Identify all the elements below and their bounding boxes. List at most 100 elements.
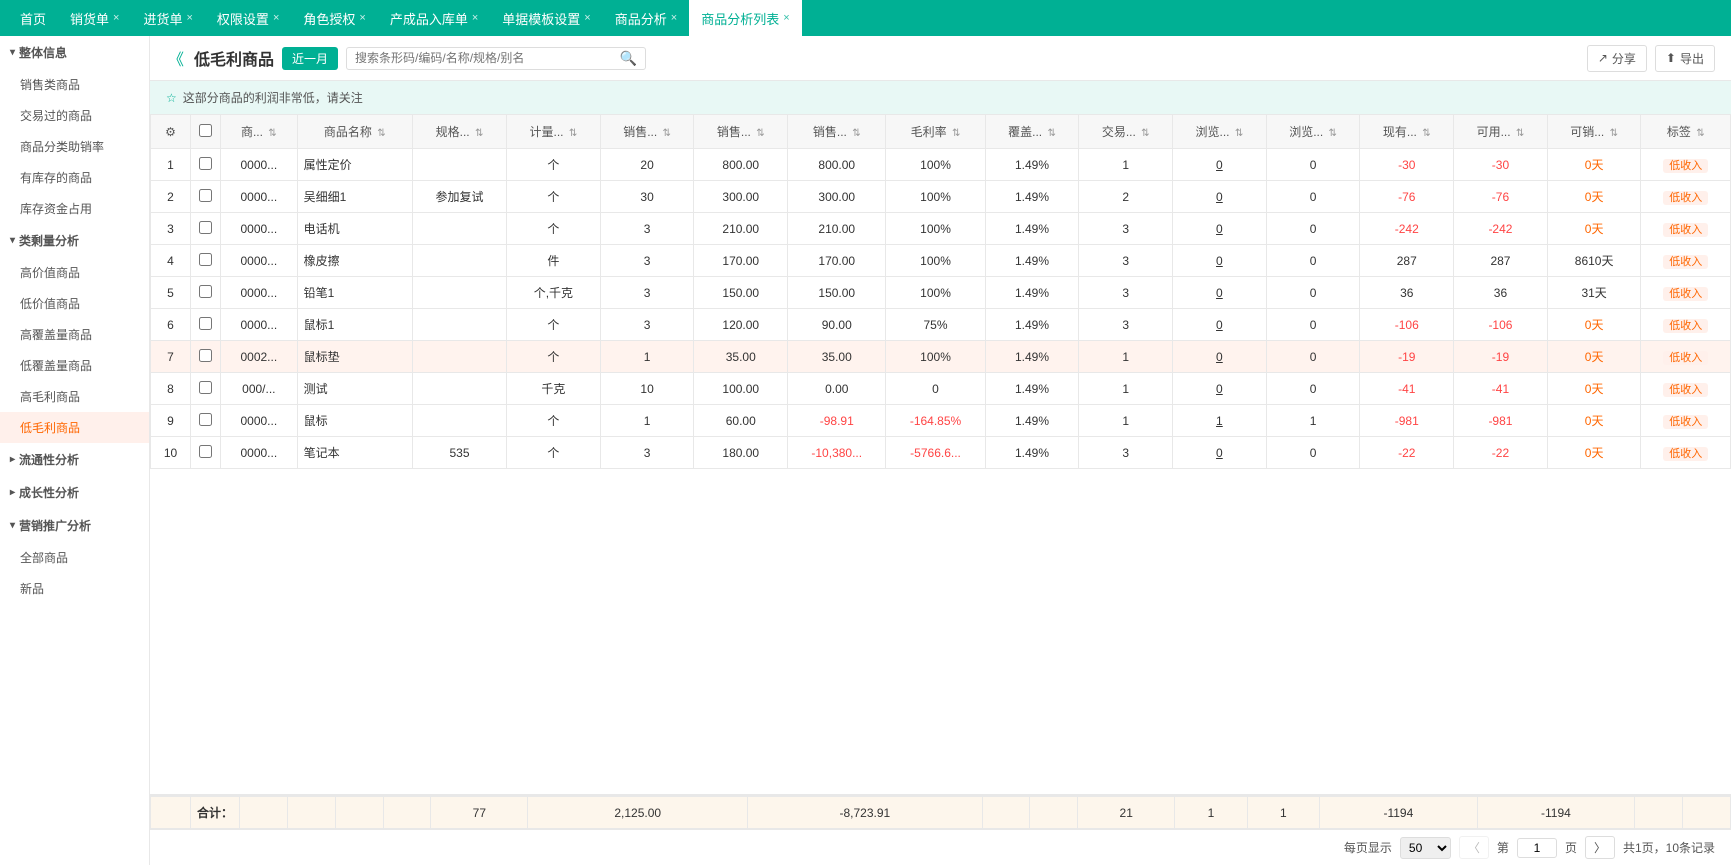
row-checkbox-cell[interactable] <box>191 245 221 277</box>
row-name[interactable]: 鼠标1 <box>297 309 412 341</box>
row-view1[interactable]: 0 <box>1173 341 1267 373</box>
nav-item-product-entry[interactable]: 产成品入库单 × <box>378 0 490 36</box>
row-view1[interactable]: 0 <box>1173 149 1267 181</box>
row-checkbox[interactable] <box>199 285 212 298</box>
col-view2[interactable]: 浏览... ⇅ <box>1266 115 1360 149</box>
col-sales-profit[interactable]: 销售... ⇅ <box>788 115 886 149</box>
next-page-button[interactable]: 〉 <box>1585 836 1615 859</box>
col-available[interactable]: 可用... ⇅ <box>1454 115 1548 149</box>
row-name[interactable]: 橡皮擦 <box>297 245 412 277</box>
row-checkbox[interactable] <box>199 189 212 202</box>
sidebar-item-all-products[interactable]: 全部商品 <box>0 542 149 573</box>
sidebar-item-high-coverage[interactable]: 高覆盖量商品 <box>0 319 149 350</box>
nav-item-template[interactable]: 单据模板设置 × <box>490 0 602 36</box>
row-name[interactable]: 鼠标垫 <box>297 341 412 373</box>
sidebar-item-stock-funds[interactable]: 库存资金占用 <box>0 193 149 224</box>
row-view1[interactable]: 0 <box>1173 213 1267 245</box>
row-name[interactable]: 电话机 <box>297 213 412 245</box>
nav-item-permission[interactable]: 权限设置 × <box>205 0 291 36</box>
close-icon[interactable]: × <box>472 12 478 24</box>
sidebar-item-high-margin[interactable]: 高毛利商品 <box>0 381 149 412</box>
nav-item-purchase[interactable]: 进货单 × <box>131 0 204 36</box>
sidebar-group-overall[interactable]: ▾ 整体信息 <box>0 36 149 69</box>
row-name[interactable]: 鼠标 <box>297 405 412 437</box>
sidebar-group-marketing[interactable]: ▾ 营销推广分析 <box>0 509 149 542</box>
row-checkbox-cell[interactable] <box>191 437 221 469</box>
sidebar-item-new-products[interactable]: 新品 <box>0 573 149 604</box>
sidebar-item-sales-products[interactable]: 销售类商品 <box>0 69 149 100</box>
nav-item-product-analysis[interactable]: 商品分析 × <box>603 0 689 36</box>
sidebar-group-circulation[interactable]: ▸ 流通性分析 <box>0 443 149 476</box>
search-icon[interactable]: 🔍 <box>620 50 637 67</box>
row-checkbox[interactable] <box>199 381 212 394</box>
row-checkbox[interactable] <box>199 349 212 362</box>
select-all-checkbox[interactable] <box>199 124 212 137</box>
row-checkbox-cell[interactable] <box>191 149 221 181</box>
close-icon[interactable]: × <box>113 12 119 24</box>
row-checkbox[interactable] <box>199 317 212 330</box>
row-checkbox-cell[interactable] <box>191 309 221 341</box>
row-checkbox-cell[interactable] <box>191 213 221 245</box>
current-page-input[interactable] <box>1517 838 1557 858</box>
sidebar-item-category-rate[interactable]: 商品分类助销率 <box>0 131 149 162</box>
row-checkbox[interactable] <box>199 445 212 458</box>
col-saleable[interactable]: 可销... ⇅ <box>1547 115 1641 149</box>
row-view1[interactable]: 0 <box>1173 373 1267 405</box>
share-button[interactable]: ↗ 分享 <box>1587 45 1647 72</box>
col-name[interactable]: 商品名称 ⇅ <box>297 115 412 149</box>
row-checkbox-cell[interactable] <box>191 373 221 405</box>
row-view1[interactable]: 0 <box>1173 181 1267 213</box>
nav-item-role[interactable]: 角色授权 × <box>291 0 377 36</box>
settings-icon[interactable]: ⚙ <box>165 125 176 139</box>
col-sales-amount[interactable]: 销售... ⇅ <box>694 115 788 149</box>
row-checkbox[interactable] <box>199 157 212 170</box>
col-checkbox[interactable] <box>191 115 221 149</box>
period-button[interactable]: 近一月 <box>282 47 338 70</box>
row-checkbox-cell[interactable] <box>191 277 221 309</box>
close-icon[interactable]: × <box>273 12 279 24</box>
col-unit[interactable]: 计量... ⇅ <box>507 115 601 149</box>
row-name[interactable]: 测试 <box>297 373 412 405</box>
row-view1[interactable]: 0 <box>1173 437 1267 469</box>
close-icon[interactable]: × <box>671 12 677 24</box>
row-view1[interactable]: 1 <box>1173 405 1267 437</box>
close-icon[interactable]: × <box>783 12 789 24</box>
col-tag[interactable]: 标签 ⇅ <box>1641 115 1731 149</box>
sidebar-item-in-stock[interactable]: 有库存的商品 <box>0 162 149 193</box>
col-code[interactable]: 商... ⇅ <box>221 115 298 149</box>
nav-item-sales[interactable]: 销货单 × <box>58 0 131 36</box>
sidebar-item-traded-products[interactable]: 交易过的商品 <box>0 100 149 131</box>
row-checkbox[interactable] <box>199 253 212 266</box>
page-size-select[interactable]: 50 100 200 <box>1400 837 1451 859</box>
row-checkbox-cell[interactable] <box>191 181 221 213</box>
prev-page-button[interactable]: 〈 <box>1459 836 1489 859</box>
row-view1[interactable]: 0 <box>1173 277 1267 309</box>
col-view1[interactable]: 浏览... ⇅ <box>1173 115 1267 149</box>
row-name[interactable]: 吴细细1 <box>297 181 412 213</box>
col-sales-qty[interactable]: 销售... ⇅ <box>600 115 694 149</box>
search-input[interactable] <box>355 51 620 65</box>
col-spec[interactable]: 规格... ⇅ <box>412 115 506 149</box>
col-gross-margin[interactable]: 毛利率 ⇅ <box>886 115 985 149</box>
sidebar-item-low-value[interactable]: 低价值商品 <box>0 288 149 319</box>
row-name[interactable]: 属性定价 <box>297 149 412 181</box>
sidebar-item-low-margin[interactable]: 低毛利商品 <box>0 412 149 443</box>
close-icon[interactable]: × <box>359 12 365 24</box>
collapse-sidebar-button[interactable]: 《 <box>166 44 186 72</box>
nav-item-home[interactable]: 首页 <box>8 0 58 36</box>
sidebar-group-remaining[interactable]: ▾ 类剩量分析 <box>0 224 149 257</box>
sidebar-group-growth[interactable]: ▸ 成长性分析 <box>0 476 149 509</box>
sidebar-item-high-value[interactable]: 高价值商品 <box>0 257 149 288</box>
export-button[interactable]: ⬆ 导出 <box>1655 45 1715 72</box>
row-name[interactable]: 铅笔1 <box>297 277 412 309</box>
row-name[interactable]: 笔记本 <box>297 437 412 469</box>
row-view1[interactable]: 0 <box>1173 309 1267 341</box>
col-trade[interactable]: 交易... ⇅ <box>1079 115 1173 149</box>
row-checkbox-cell[interactable] <box>191 405 221 437</box>
col-settings[interactable]: ⚙ <box>151 115 191 149</box>
col-current[interactable]: 现有... ⇅ <box>1360 115 1454 149</box>
nav-item-analysis-list[interactable]: 商品分析列表 × <box>689 0 801 36</box>
row-checkbox[interactable] <box>199 413 212 426</box>
col-coverage[interactable]: 覆盖... ⇅ <box>985 115 1079 149</box>
close-icon[interactable]: × <box>584 12 590 24</box>
